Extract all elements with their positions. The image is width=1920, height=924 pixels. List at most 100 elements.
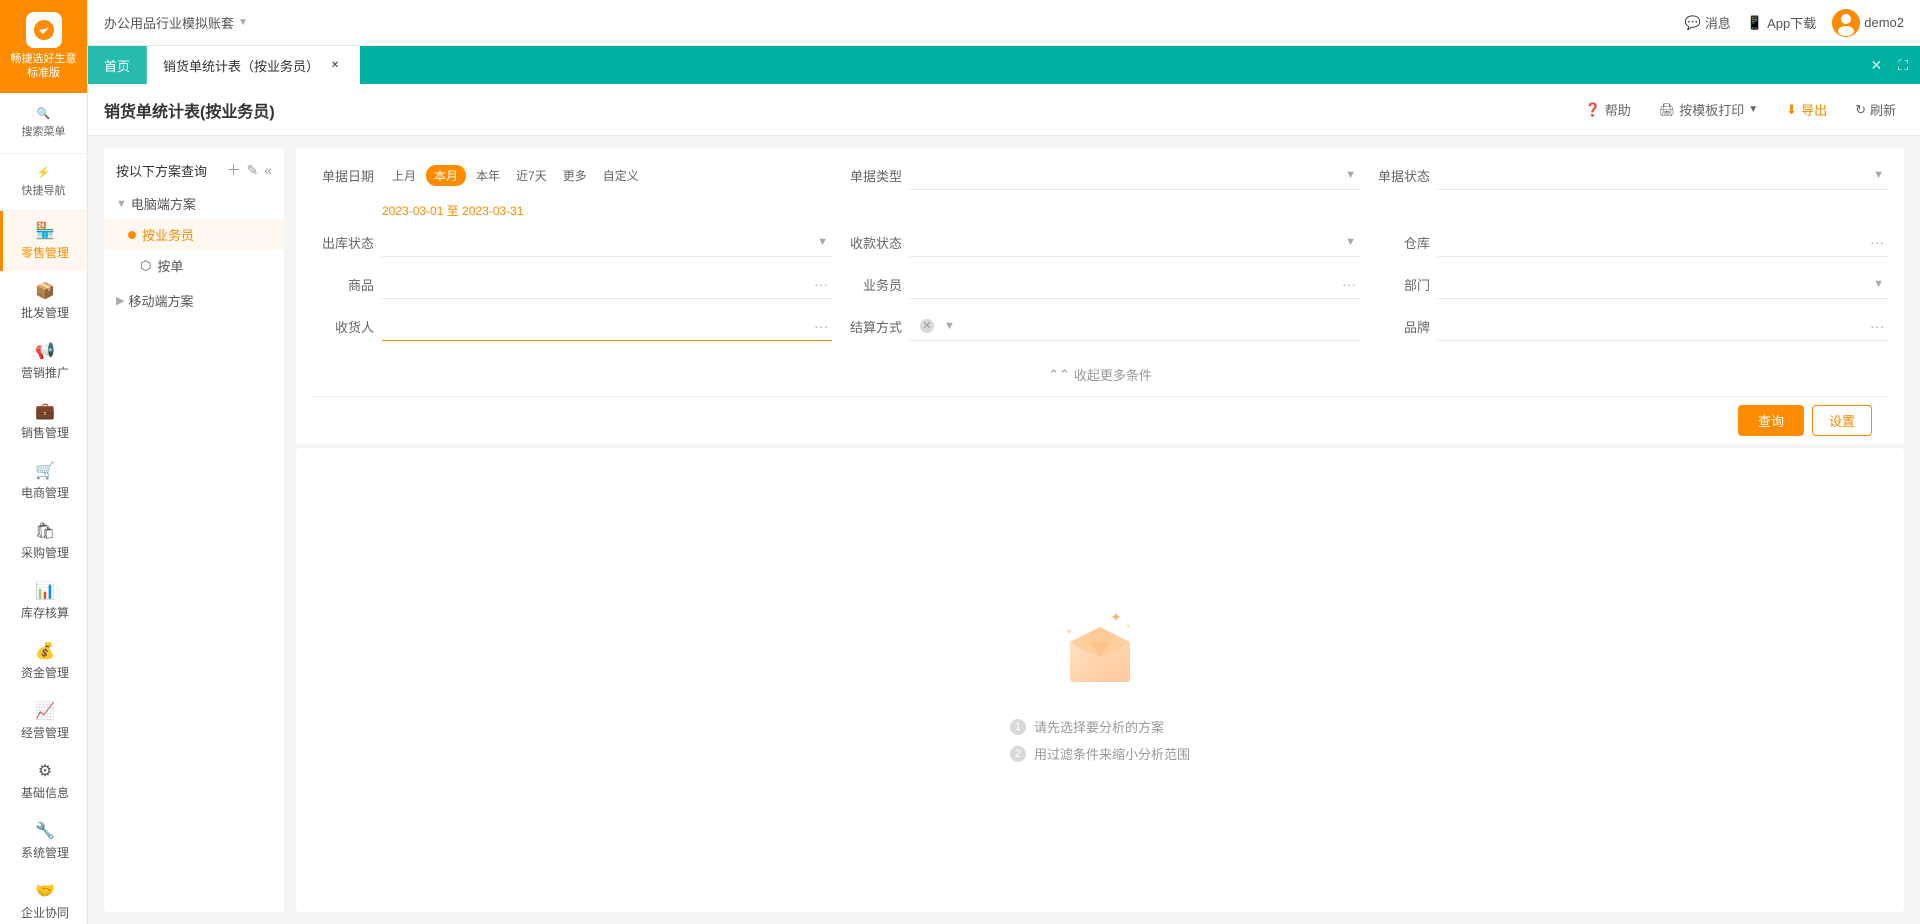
export-icon: ⬇ (1786, 102, 1797, 118)
warehouse-control[interactable]: ··· (1438, 227, 1888, 257)
quick-nav-button[interactable]: ⚡ 快捷导航 (0, 158, 87, 206)
goods-dots[interactable]: ··· (814, 276, 828, 292)
tree-group-mobile: ▶ 移动端方案 (104, 285, 284, 316)
sidebar-item-system[interactable]: 🔧 系统管理 (0, 811, 87, 871)
dropdown-arrow-icon: ▼ (238, 17, 248, 28)
logo-icon (26, 12, 62, 48)
tab-home[interactable]: 首页 (88, 46, 147, 84)
department-control[interactable]: ▼ (1438, 269, 1888, 299)
warehouse-dots[interactable]: ··· (1870, 234, 1884, 250)
tree-expand-icon: ▼ (116, 198, 127, 210)
sidebar-item-marketing[interactable]: 📢 营销推广 (0, 331, 87, 391)
sidebar-nav-section: ⚡ 快捷导航 (0, 154, 87, 211)
sidebar-logo[interactable]: 畅捷选好生意 标准版 (0, 0, 87, 93)
sidebar-menu-items: 🏪 零售管理 📦 批发管理 📢 营销推广 💼 销售管理 🛒 电商管理 🛍 采购管… (0, 211, 87, 924)
sidebar-item-basic[interactable]: ⚙ 基础信息 (0, 751, 87, 811)
search-menu-button[interactable]: 🔍 搜索菜单 (6, 101, 81, 145)
department-label: 部门 (1368, 275, 1438, 294)
tab-home-label: 首页 (104, 56, 130, 75)
sidebar-item-finance[interactable]: 💰 资金管理 (0, 631, 87, 691)
add-scheme-button[interactable]: ＋ (226, 160, 240, 180)
goods-control[interactable]: ··· (382, 269, 832, 299)
app-download-label: App下载 (1767, 13, 1816, 32)
date-btn-last7[interactable]: 近7天 (510, 165, 553, 186)
tab-maximize-button[interactable]: ⛶ (1894, 53, 1912, 78)
company-selector[interactable]: 办公用品行业模拟账套 ▼ (104, 13, 248, 32)
date-btn-this-month[interactable]: 本月 (426, 165, 466, 186)
edit-scheme-button[interactable]: ✎ (246, 162, 258, 179)
sidebar-item-purchase[interactable]: 🛍 采购管理 (0, 511, 87, 571)
tree-group-mobile-header[interactable]: ▶ 移动端方案 (104, 285, 284, 316)
date-range-display: 2023-03-01 至 2023-03-31 (312, 202, 1888, 227)
sidebar-item-operations[interactable]: 📈 经营管理 (0, 691, 87, 751)
sidebar-item-system-label: 系统管理 (21, 844, 69, 861)
sidebar-item-enterprise[interactable]: 🤝 企业协同 (0, 871, 87, 924)
tab-bar-right: ✕ ⛶ (1866, 53, 1920, 78)
message-button[interactable]: 💬 消息 (1685, 13, 1731, 32)
sidebar-item-inventory[interactable]: 📊 库存核算 (0, 571, 87, 631)
sidebar-item-ecommerce[interactable]: 🛒 电商管理 (0, 451, 87, 511)
tree-group-pc-header[interactable]: ▼ 电脑端方案 (104, 188, 284, 219)
tab-close-icon[interactable]: ✕ (327, 57, 343, 73)
tab-close-all-button[interactable]: ✕ (1866, 53, 1886, 78)
refresh-button[interactable]: ↻ 刷新 (1847, 96, 1904, 123)
sidebar-item-retail[interactable]: 🏪 零售管理 (0, 211, 87, 271)
sidebar-item-wholesale[interactable]: 📦 批发管理 (0, 271, 87, 331)
settlement-tag: ✕ (914, 317, 940, 335)
left-panel-header: 按以下方案查询 ＋ ✎ « (104, 160, 284, 188)
filter-row-3: 商品 ··· 业务员 ··· 部门 (312, 269, 1888, 299)
filter-item-settlement: 结算方式 ✕ ▼ (840, 311, 1360, 341)
pay-status-control[interactable]: ▼ (910, 227, 1360, 257)
quick-nav-label: 快捷导航 (22, 182, 66, 198)
settlement-control[interactable]: ✕ ▼ (910, 311, 1360, 341)
salesperson-dots[interactable]: ··· (1342, 276, 1356, 292)
message-label: 消息 (1705, 13, 1731, 32)
department-arrow: ▼ (1873, 278, 1884, 290)
sidebar-search-section: 🔍 搜索菜单 (0, 93, 87, 154)
finance-icon: 💰 (35, 641, 55, 661)
content-inner: 按以下方案查询 ＋ ✎ « ▼ 电脑端方案 按业务员 (88, 136, 1920, 924)
phone-icon: 📱 (1747, 15, 1763, 31)
sidebar-item-sales[interactable]: 💼 销售管理 (0, 391, 87, 451)
date-btn-more[interactable]: 更多 (557, 165, 593, 186)
refresh-icon: ↻ (1855, 102, 1866, 118)
date-btn-last-month[interactable]: 上月 (386, 165, 422, 186)
app-download-button[interactable]: 📱 App下载 (1747, 13, 1816, 32)
help-button[interactable]: ❓ 帮助 (1577, 96, 1639, 123)
sidebar-item-basic-label: 基础信息 (21, 784, 69, 801)
brand-control[interactable]: ··· (1438, 311, 1888, 341)
sales-icon: 💼 (35, 401, 55, 421)
brand-dots[interactable]: ··· (1870, 318, 1884, 334)
refresh-label: 刷新 (1870, 100, 1896, 119)
query-button[interactable]: 查询 (1738, 405, 1804, 436)
tip-2-text: 用过滤条件来缩小分析范围 (1034, 744, 1190, 763)
collapse-filters-button[interactable]: ⌃⌃ 收起更多条件 (1036, 361, 1164, 388)
user-profile[interactable]: demo2 (1832, 9, 1904, 37)
tree-item-by-order[interactable]: ⬡ 按单 (104, 250, 284, 281)
filter-row-1: 单据日期 上月 本月 本年 近7天 更多 自定义 (312, 160, 1888, 190)
order-icon: ⬡ (140, 258, 151, 274)
date-btn-custom[interactable]: 自定义 (597, 165, 645, 186)
out-status-control[interactable]: ▼ (382, 227, 832, 257)
collapse-panel-button[interactable]: « (264, 162, 272, 178)
wholesale-icon: 📦 (35, 281, 55, 301)
template-print-button[interactable]: 🖨 按模板打印 ▼ (1651, 96, 1766, 123)
consignee-dots[interactable]: ··· (814, 318, 828, 334)
tree-item-by-salesperson[interactable]: 按业务员 (104, 219, 284, 250)
doc-status-control[interactable]: ▼ (1438, 160, 1888, 190)
main-area: 办公用品行业模拟账套 ▼ 💬 消息 📱 App下载 demo2 首页 (88, 0, 1920, 924)
doc-type-control[interactable]: ▼ (910, 160, 1360, 190)
tab-sales-stat[interactable]: 销货单统计表（按业务员） ✕ (147, 46, 360, 84)
settlement-tag-clear[interactable]: ✕ (920, 319, 934, 333)
date-btn-this-year[interactable]: 本年 (470, 165, 506, 186)
consignee-control[interactable]: ··· (382, 311, 832, 341)
collapse-row: ⌃⌃ 收起更多条件 (312, 353, 1888, 396)
enterprise-icon: 🤝 (35, 881, 55, 901)
export-button[interactable]: ⬇ 导出 (1778, 96, 1835, 123)
left-panel-title: 按以下方案查询 (116, 161, 207, 180)
settings-button[interactable]: 设置 (1812, 405, 1872, 436)
filter-item-consignee: 收货人 ··· (312, 311, 832, 341)
left-panel-header-actions: ＋ ✎ « (226, 160, 272, 180)
salesperson-control[interactable]: ··· (910, 269, 1360, 299)
left-panel: 按以下方案查询 ＋ ✎ « ▼ 电脑端方案 按业务员 (104, 148, 284, 912)
